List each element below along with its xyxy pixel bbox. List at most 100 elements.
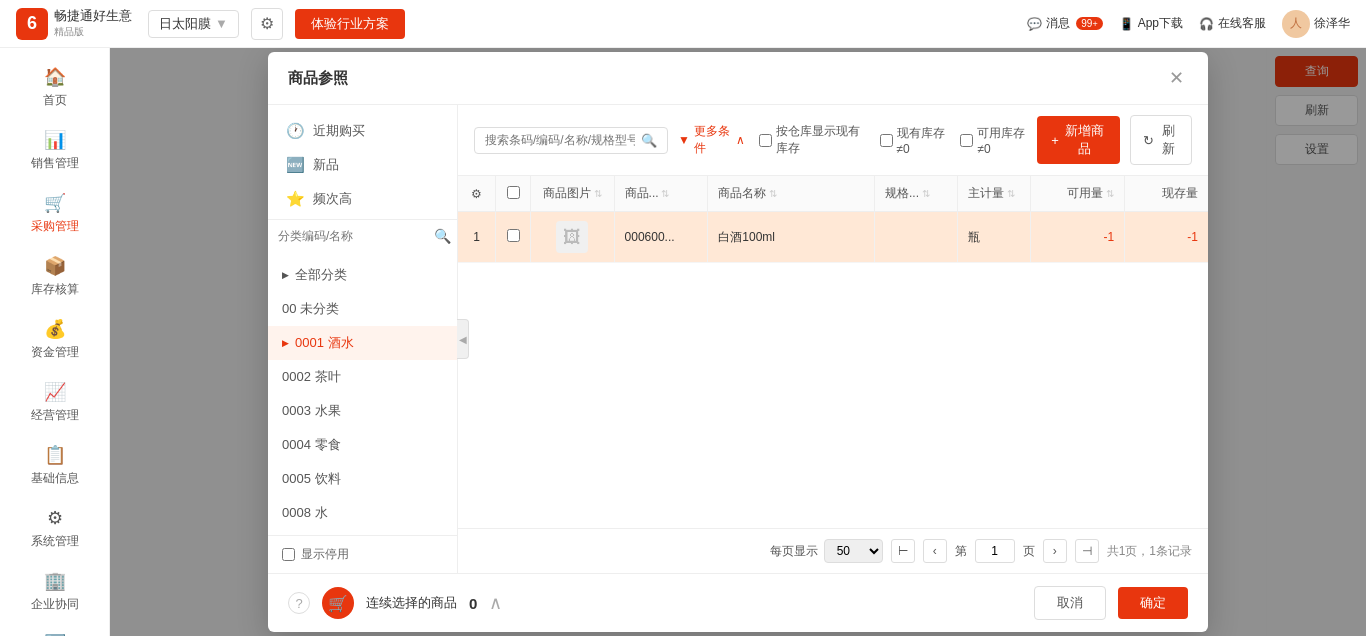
- modal-header: 商品参照 ✕: [268, 52, 1208, 105]
- user-avatar: 人: [1282, 10, 1310, 38]
- operations-icon: 📈: [44, 381, 66, 403]
- page-number-input[interactable]: [975, 539, 1015, 563]
- sidebar-item-enterprise[interactable]: 🏢 企业协同: [0, 560, 109, 623]
- category-0005-label: 0005 饮料: [282, 470, 341, 488]
- stock-nonzero-checkbox-item[interactable]: 现有库存≠0: [880, 125, 947, 156]
- cancel-button[interactable]: 取消: [1034, 586, 1106, 620]
- selector-arrow: ▼: [215, 16, 228, 31]
- trial-button[interactable]: 体验行业方案: [295, 9, 405, 39]
- category-item-all[interactable]: ▶ 全部分类: [268, 258, 457, 292]
- show-disabled-label: 显示停用: [301, 546, 349, 563]
- product-search-icon[interactable]: 🔍: [641, 133, 657, 148]
- category-item-0005[interactable]: 0005 饮料: [268, 462, 457, 496]
- product-search-input[interactable]: [485, 133, 635, 147]
- col-settings[interactable]: ⚙: [458, 176, 496, 212]
- logo-sub: 精品版: [54, 25, 132, 39]
- sidebar-label-finance: 资金管理: [31, 344, 79, 361]
- warehouse-display-checkbox-item[interactable]: 按仓库显示现有库存: [759, 123, 866, 157]
- show-disabled-area: 显示停用: [268, 535, 457, 573]
- logo-text-group: 畅捷通好生意 精品版: [54, 8, 132, 39]
- sidebar-label-system: 系统管理: [31, 533, 79, 550]
- collapse-footer-button[interactable]: ∧: [489, 592, 502, 614]
- col-avail[interactable]: 可用量: [1031, 176, 1125, 212]
- more-filters-button[interactable]: ▼ 更多条件 ∧: [678, 123, 745, 157]
- messages-button[interactable]: 💬 消息 99+: [1027, 15, 1102, 32]
- purchase-icon: 🛒: [44, 192, 66, 214]
- phone-icon: 📱: [1119, 17, 1134, 31]
- category-item-0003[interactable]: 0003 水果: [268, 394, 457, 428]
- row-name: 白酒100ml: [708, 212, 875, 263]
- stock-nonzero-label: 现有库存≠0: [897, 125, 947, 156]
- avail-nonzero-checkbox[interactable]: [960, 134, 973, 147]
- category-item-0008[interactable]: 0008 水: [268, 496, 457, 530]
- filter-arrow: ∧: [736, 133, 745, 147]
- warehouse-display-checkbox[interactable]: [759, 134, 772, 147]
- store-selector[interactable]: 日太阳膜 ▼: [148, 10, 239, 38]
- category-all-label: 全部分类: [295, 266, 347, 284]
- settings-gear-button[interactable]: ⚙: [251, 8, 283, 40]
- stock-nonzero-checkbox[interactable]: [880, 134, 893, 147]
- col-code[interactable]: 商品...: [614, 176, 708, 212]
- sidebar-item-basic[interactable]: 📋 基础信息: [0, 434, 109, 497]
- sidebar-item-home[interactable]: 🏠 首页: [0, 56, 109, 119]
- category-item-0004[interactable]: 0004 零食: [268, 428, 457, 462]
- category-item-00[interactable]: 00 未分类: [268, 292, 457, 326]
- prev-page-button[interactable]: ‹: [923, 539, 947, 563]
- col-name[interactable]: 商品名称: [708, 176, 875, 212]
- product-reference-modal: 商品参照 ✕ 🕐 近期购买 🆕: [268, 52, 1208, 632]
- table-row[interactable]: 1 🖼 000600... 白酒100ml: [458, 212, 1208, 263]
- modal-close-button[interactable]: ✕: [1164, 66, 1188, 90]
- col-unit[interactable]: 主计量: [958, 176, 1031, 212]
- sidebar-item-finance[interactable]: 💰 资金管理: [0, 308, 109, 371]
- category-item-0002[interactable]: 0002 茶叶: [268, 360, 457, 394]
- inventory-icon: 📦: [44, 255, 66, 277]
- modal-title: 商品参照: [288, 69, 348, 88]
- row-unit: 瓶: [958, 212, 1031, 263]
- star-icon: ⭐: [286, 190, 305, 208]
- main-layout: 🏠 首页 📊 销售管理 🛒 采购管理 📦 库存核算 💰 资金管理 📈 经营管理 …: [0, 48, 1366, 636]
- last-page-button[interactable]: ⊣: [1075, 539, 1099, 563]
- category-item-0001[interactable]: ▶ 0001 酒水: [268, 326, 457, 360]
- basic-icon: 📋: [44, 444, 66, 466]
- quick-tab-new[interactable]: 🆕 新品: [276, 149, 449, 181]
- new-icon: 🆕: [286, 156, 305, 174]
- first-page-button[interactable]: ⊢: [891, 539, 915, 563]
- confirm-button[interactable]: 确定: [1118, 587, 1188, 619]
- category-search-input[interactable]: [278, 229, 428, 243]
- sidebar-item-operations[interactable]: 📈 经营管理: [0, 371, 109, 434]
- user-profile[interactable]: 人 徐泽华: [1282, 10, 1350, 38]
- sidebar-item-inventory[interactable]: 📦 库存核算: [0, 245, 109, 308]
- refresh-button[interactable]: ↻ 刷新: [1130, 115, 1192, 165]
- row-checkbox[interactable]: [507, 229, 520, 242]
- col-spec[interactable]: 规格...: [875, 176, 958, 212]
- product-search-box[interactable]: 🔍: [474, 127, 668, 154]
- next-page-button[interactable]: ›: [1043, 539, 1067, 563]
- customer-service-button[interactable]: 🎧 在线客服: [1199, 15, 1266, 32]
- select-all-checkbox[interactable]: [507, 186, 520, 199]
- cart-button[interactable]: 🛒: [322, 587, 354, 619]
- app-download-button[interactable]: 📱 App下载: [1119, 15, 1183, 32]
- collapse-panel-button[interactable]: ◀: [457, 319, 469, 359]
- pagination-bar: 每页显示 50 100 200 ⊢ ‹ 第 页: [458, 528, 1208, 573]
- avail-nonzero-checkbox-item[interactable]: 可用库存≠0: [960, 125, 1027, 156]
- sidebar: 🏠 首页 📊 销售管理 🛒 采购管理 📦 库存核算 💰 资金管理 📈 经营管理 …: [0, 48, 110, 636]
- refresh-icon: ↻: [1143, 133, 1154, 148]
- show-disabled-checkbox[interactable]: [282, 548, 295, 561]
- category-0008-label: 0008 水: [282, 504, 328, 522]
- category-search-icon[interactable]: 🔍: [434, 228, 451, 244]
- row-spec: [875, 212, 958, 263]
- sidebar-item-system[interactable]: ⚙ 系统管理: [0, 497, 109, 560]
- quick-tab-frequent[interactable]: ⭐ 频次高: [276, 183, 449, 215]
- product-table: ⚙ 商品图片 商品... 商品名称 规格... 主计量: [458, 176, 1208, 263]
- col-image[interactable]: 商品图片: [531, 176, 614, 212]
- page-label: 第: [955, 543, 967, 560]
- row-checkbox-cell[interactable]: [496, 212, 531, 263]
- sidebar-item-guide[interactable]: 🆕 新手引导: [0, 623, 109, 636]
- page-size-select[interactable]: 50 100 200: [824, 539, 883, 563]
- help-button[interactable]: ?: [288, 592, 310, 614]
- page-info: 共1页，1条记录: [1107, 543, 1192, 560]
- sidebar-item-sales[interactable]: 📊 销售管理: [0, 119, 109, 182]
- add-product-button[interactable]: + 新增商品: [1037, 116, 1120, 164]
- sidebar-item-purchase[interactable]: 🛒 采购管理: [0, 182, 109, 245]
- quick-tab-recent[interactable]: 🕐 近期购买: [276, 115, 449, 147]
